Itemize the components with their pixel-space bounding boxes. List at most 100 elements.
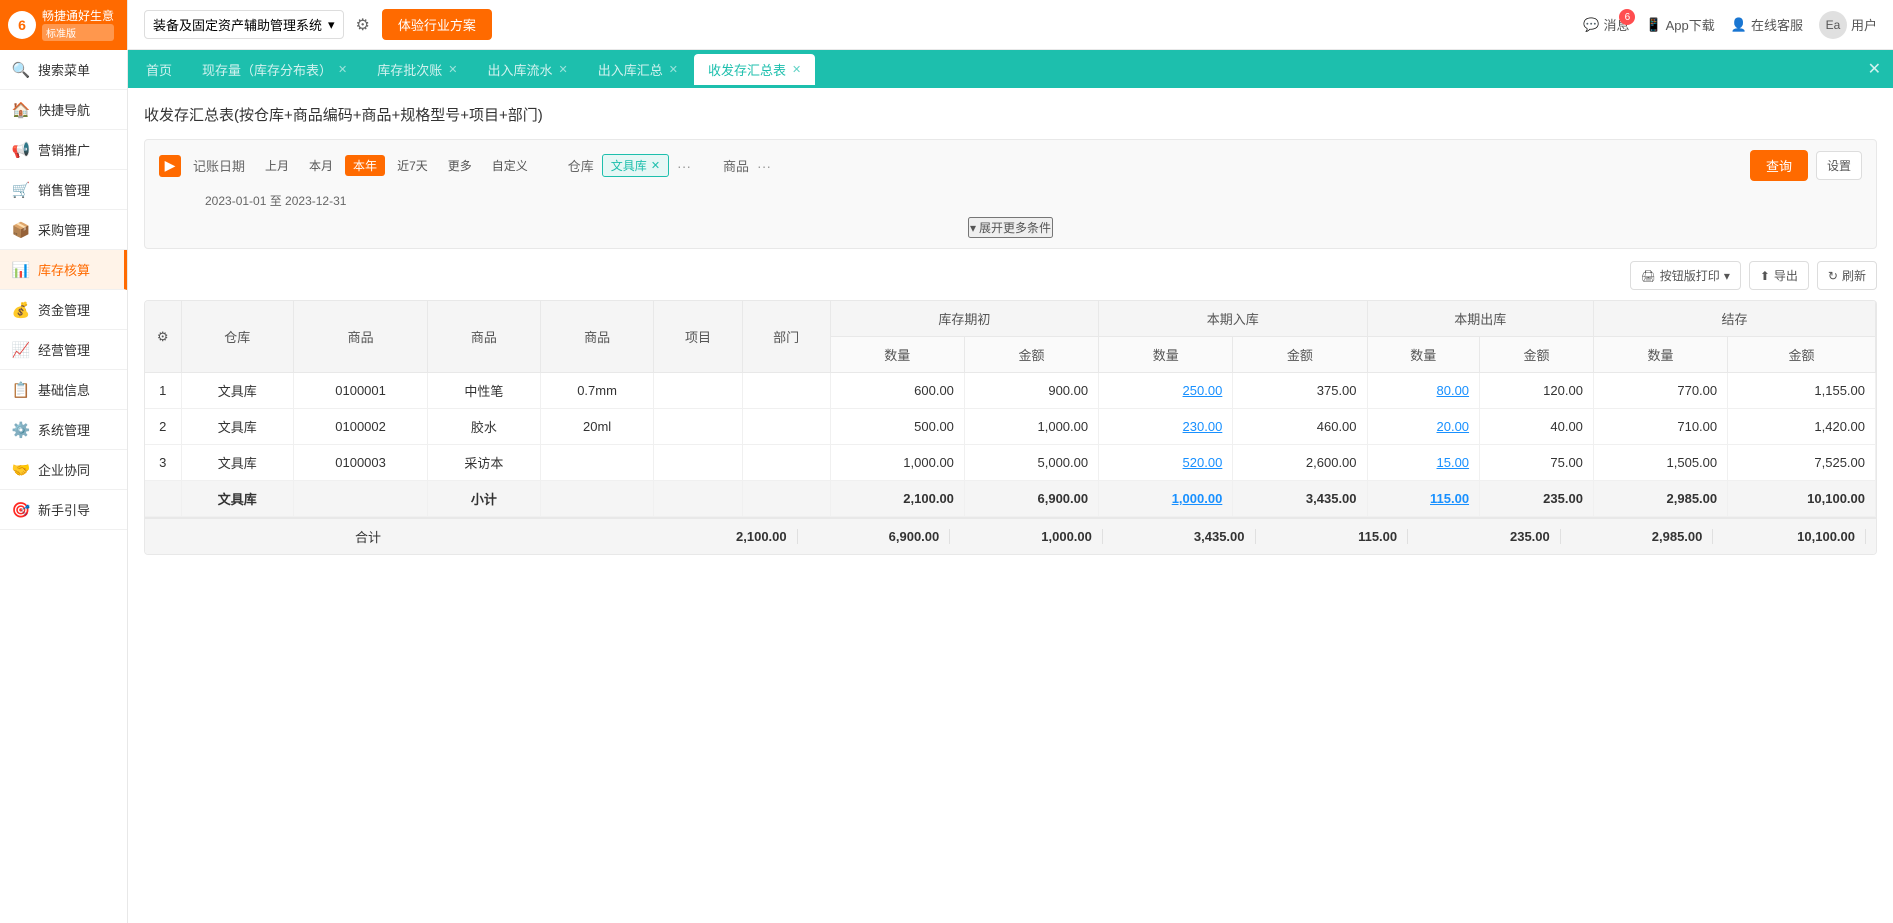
inventory-icon: 📊 (12, 261, 30, 279)
sidebar-item-search[interactable]: 🔍 搜索菜单 (0, 50, 127, 90)
date-tag-custom[interactable]: 自定义 (484, 155, 536, 176)
online-service-label: 在线客服 (1751, 15, 1803, 34)
cell-project (654, 373, 742, 409)
tab-inout-flow-close[interactable]: ✕ (559, 63, 568, 76)
footer-opening-amt: 6,900.00 (798, 529, 951, 544)
trial-button[interactable]: 体验行业方案 (382, 9, 492, 40)
footer-outbound-amt: 235.00 (1408, 529, 1561, 544)
cell-project (654, 481, 742, 517)
cell-goods-spec (540, 445, 654, 481)
cell-warehouse: 文具库 (181, 373, 293, 409)
messages-btn[interactable]: 💬 消息 6 (1583, 15, 1629, 34)
tab-recv-send-close[interactable]: ✕ (792, 63, 801, 76)
filter-toggle-btn[interactable]: ▶ (159, 155, 181, 177)
online-service-btn[interactable]: 👤 在线客服 (1731, 15, 1803, 34)
tab-stock[interactable]: 现存量（库存分布表） ✕ (188, 54, 361, 85)
tab-inout-summary[interactable]: 出入库汇总 ✕ (584, 54, 692, 85)
col-opening-qty-header: 数量 (830, 337, 964, 373)
expand-conditions-btn[interactable]: ▾ 展开更多条件 (968, 217, 1053, 238)
col-outbound-header: 本期出库 (1367, 301, 1593, 337)
cell-department (742, 445, 830, 481)
col-opening-header: 库存期初 (830, 301, 1098, 337)
tab-home[interactable]: 首页 (132, 54, 186, 85)
cell-warehouse: 文具库 (181, 409, 293, 445)
warehouse-tag-name: 文具库 (611, 157, 647, 174)
date-filter-label: 记账日期 (193, 156, 245, 175)
cell-goods-name: 小计 (428, 481, 540, 517)
footer-balance-qty: 2,985.00 (1561, 529, 1714, 544)
date-tag-prev-month[interactable]: 上月 (257, 155, 297, 176)
print-chevron-icon: ▾ (1724, 269, 1730, 283)
date-tag-more[interactable]: 更多 (440, 155, 480, 176)
enterprise-icon: 🤝 (12, 461, 30, 479)
finance-icon: 💰 (12, 301, 30, 319)
data-table-container: ⚙ 仓库 商品 商品 商品 项目 部门 库存期初 本期入库 本期出库 结存 数量 (144, 300, 1877, 555)
settings-button[interactable]: 设置 (1816, 151, 1862, 180)
cell-opening-qty: 500.00 (830, 409, 964, 445)
warehouse-tag-close-btn[interactable]: ✕ (651, 159, 660, 172)
footer-inbound-qty: 1,000.00 (950, 529, 1103, 544)
date-tag-this-month[interactable]: 本月 (301, 155, 341, 176)
tab-batch-close[interactable]: ✕ (448, 63, 457, 76)
tab-batch[interactable]: 库存批次账 ✕ (363, 54, 471, 85)
topbar-right: 💬 消息 6 📱 App下载 👤 在线客服 Ea 用户 (1583, 11, 1877, 39)
query-button[interactable]: 查询 (1750, 150, 1808, 181)
col-gear: ⚙ (145, 301, 181, 373)
tab-inout-summary-close[interactable]: ✕ (669, 63, 678, 76)
footer-opening-qty: 2,100.00 (645, 529, 798, 544)
print-label: 按钮版打印 (1660, 267, 1720, 284)
cell-opening-qty: 600.00 (830, 373, 964, 409)
tabbar-close-all[interactable]: ✕ (1860, 59, 1889, 79)
sidebar-item-quick-nav[interactable]: 🏠 快捷导航 (0, 90, 127, 130)
sidebar-item-operations[interactable]: 📈 经营管理 (0, 330, 127, 370)
chevron-down-icon: ▾ (328, 17, 335, 33)
export-button[interactable]: ⬆ 导出 (1749, 261, 1809, 290)
page-content: 收发存汇总表(按仓库+商品编码+商品+规格型号+项目+部门) ▶ 记账日期 上月… (128, 88, 1893, 923)
logo-area: 6 畅捷通好生意 标准版 (0, 0, 127, 50)
user-label: 用户 (1851, 15, 1877, 34)
page-header: 收发存汇总表(按仓库+商品编码+商品+规格型号+项目+部门) (144, 104, 1877, 125)
tab-recv-send[interactable]: 收发存汇总表 ✕ (694, 54, 815, 85)
sidebar-item-finance[interactable]: 💰 资金管理 (0, 290, 127, 330)
cell-outbound-amt: 120.00 (1480, 373, 1594, 409)
sidebar-item-guide[interactable]: 🎯 新手引导 (0, 490, 127, 530)
sidebar-item-inventory[interactable]: 📊 库存核算 (0, 250, 127, 290)
sidebar-item-system[interactable]: ⚙️ 系统管理 (0, 410, 127, 450)
expand-label: 展开更多条件 (979, 219, 1051, 236)
user-btn[interactable]: Ea 用户 (1819, 11, 1877, 39)
page-title: 收发存汇总表(按仓库+商品编码+商品+规格型号+项目+部门) (144, 104, 1877, 125)
cell-inbound-qty: 230.00 (1099, 409, 1233, 445)
cell-inbound-qty: 1,000.00 (1099, 481, 1233, 517)
print-button[interactable]: 🖨 按钮版打印 ▾ (1630, 261, 1741, 290)
cell-goods-spec (540, 481, 654, 517)
date-tag-this-year[interactable]: 本年 (345, 155, 385, 176)
base-icon: 📋 (12, 381, 30, 399)
date-tag-7days[interactable]: 近7天 (389, 155, 436, 176)
col-balance-amt-header: 金额 (1728, 337, 1876, 373)
goods-filter: 商品 ··· (723, 156, 771, 175)
user-avatar: Ea (1819, 11, 1847, 39)
table-header-row-1: ⚙ 仓库 商品 商品 商品 项目 部门 库存期初 本期入库 本期出库 结存 (145, 301, 1876, 337)
logo-text: 畅捷通好生意 (42, 9, 114, 25)
tab-stock-close[interactable]: ✕ (338, 63, 347, 76)
sidebar-nav: 🔍 搜索菜单 🏠 快捷导航 📢 营销推广 🛒 销售管理 📦 采购管理 📊 库存核… (0, 50, 127, 923)
sidebar-item-enterprise[interactable]: 🤝 企业协同 (0, 450, 127, 490)
tab-inout-flow[interactable]: 出入库流水 ✕ (473, 54, 581, 85)
col-goods-name-header: 商品 (428, 301, 540, 373)
cell-opening-amt: 900.00 (964, 373, 1098, 409)
gear-icon[interactable]: ⚙ (356, 15, 370, 35)
sidebar-item-purchase[interactable]: 📦 采购管理 (0, 210, 127, 250)
sidebar-item-marketing[interactable]: 📢 营销推广 (0, 130, 127, 170)
topbar: 装备及固定资产辅助管理系统 ▾ ⚙ 体验行业方案 💬 消息 6 📱 App下载 … (128, 0, 1893, 50)
system-select[interactable]: 装备及固定资产辅助管理系统 ▾ (144, 10, 344, 39)
goods-more-btn[interactable]: ··· (757, 158, 771, 174)
app-download-btn[interactable]: 📱 App下载 (1645, 15, 1714, 34)
col-inbound-qty-header: 数量 (1099, 337, 1233, 373)
col-balance-header: 结存 (1593, 301, 1875, 337)
refresh-button[interactable]: ↻ 刷新 (1817, 261, 1877, 290)
sidebar-item-sales[interactable]: 🛒 销售管理 (0, 170, 127, 210)
operations-icon: 📈 (12, 341, 30, 359)
sidebar-item-label: 经营管理 (38, 340, 90, 359)
warehouse-more-btn[interactable]: ··· (677, 158, 691, 174)
sidebar-item-base[interactable]: 📋 基础信息 (0, 370, 127, 410)
